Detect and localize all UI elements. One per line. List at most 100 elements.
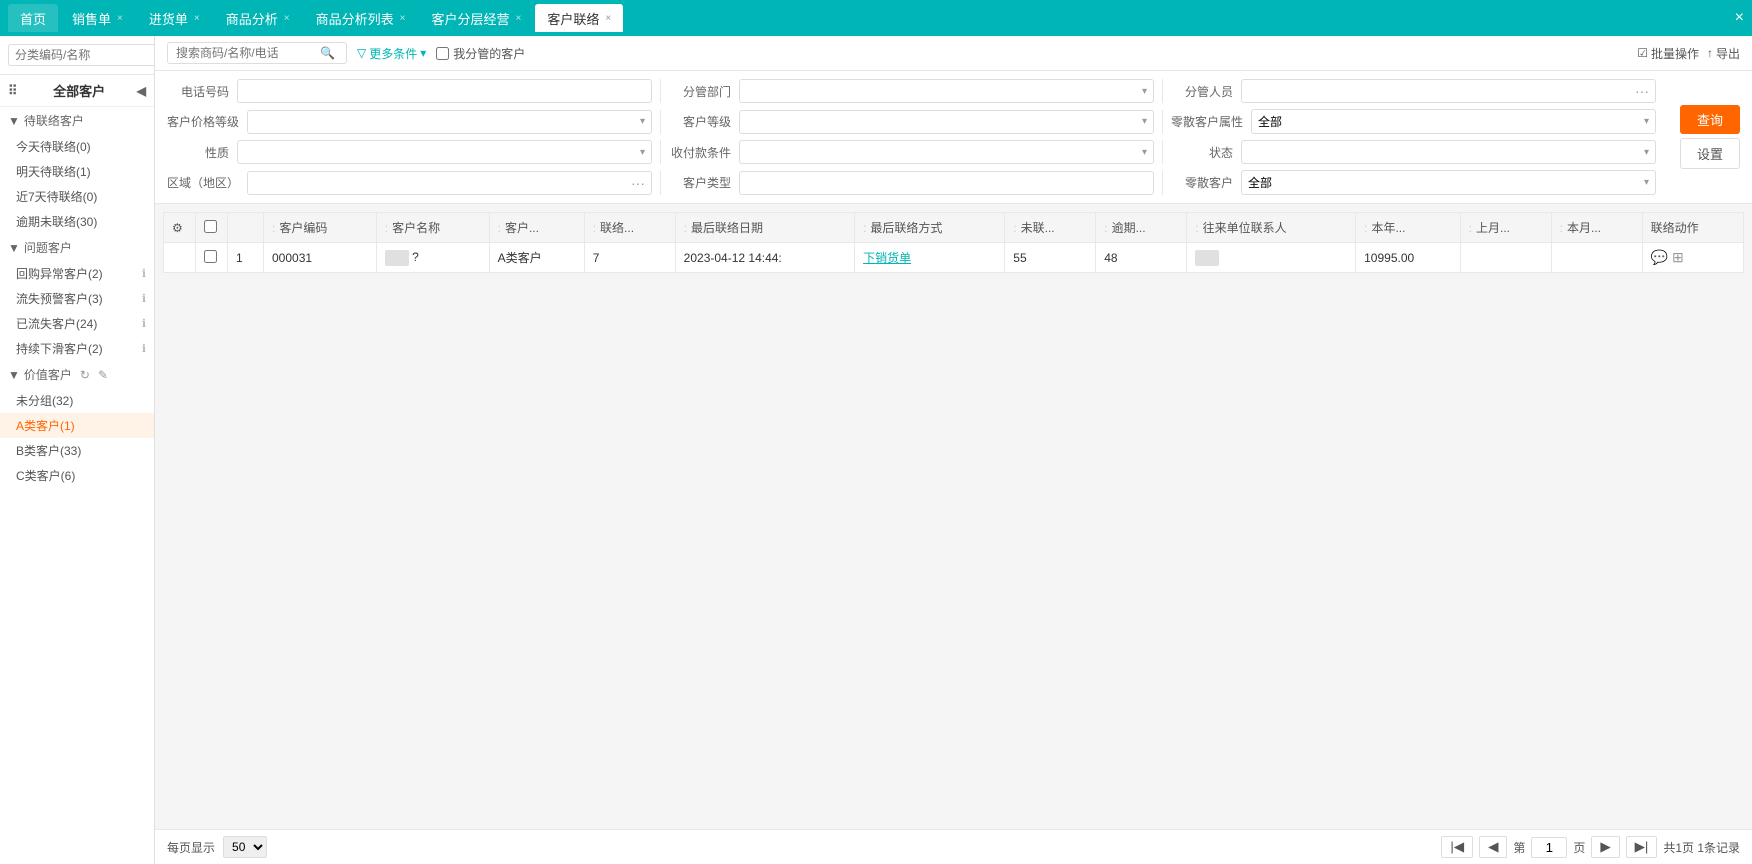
col-last-method[interactable]: :最后联络方式 <box>855 213 1005 243</box>
sidebar-item-declining[interactable]: 持续下滑客户(2) ℹ <box>0 336 154 361</box>
nature-caret: ▾ <box>640 147 645 158</box>
retail-customer-select[interactable]: 全部▾ <box>1241 170 1656 195</box>
abnormal-label: 回购异常客户(2) <box>16 265 142 282</box>
retail-caret: ▾ <box>1644 177 1649 188</box>
prev-page-button[interactable]: ◀ <box>1479 836 1507 858</box>
page-number-input[interactable] <box>1531 837 1567 858</box>
row-check-cell[interactable] <box>196 243 228 273</box>
row-last-method-cell[interactable]: 下销货单 <box>855 243 1005 273</box>
manager-input[interactable]: ··· <box>1241 79 1656 103</box>
header-row: ⚙ :客户编码 :客户名称 :客户... :联络... :最后联络日期 :最后联… <box>164 213 1744 243</box>
col-contact[interactable]: :联络... <box>584 213 675 243</box>
row-name-cell: ? <box>376 243 489 273</box>
query-button[interactable]: 查询 <box>1680 105 1740 134</box>
payment-select[interactable]: ▾ <box>739 140 1154 164</box>
group-value-customers[interactable]: ▼ 价值客户 ↻ ✎ <box>0 361 154 388</box>
col-overdue[interactable]: :逾期... <box>1096 213 1187 243</box>
tab-analysis-list[interactable]: 商品分析列表 × <box>304 4 418 32</box>
my-customers-filter[interactable]: 我分管的客户 <box>436 45 525 62</box>
tab-analysis[interactable]: 商品分析 × <box>214 4 302 32</box>
tab-purchase-close[interactable]: × <box>194 13 200 24</box>
col-this-year[interactable]: :本年... <box>1356 213 1461 243</box>
group-pending-contact[interactable]: ▼ 待联络客户 <box>0 107 154 134</box>
sidebar-collapse-icon[interactable]: ◀ <box>137 84 146 98</box>
batch-op-button[interactable]: ☑ 批量操作 <box>1637 45 1699 62</box>
filter-search-icon[interactable]: 🔍 <box>320 46 335 60</box>
select-all-checkbox[interactable] <box>204 220 217 233</box>
sidebar-item-lost[interactable]: 已流失客户(24) ℹ <box>0 311 154 336</box>
sidebar-item-class-b[interactable]: B类客户(33) <box>0 438 154 463</box>
my-customers-checkbox[interactable] <box>436 47 449 60</box>
nature-select[interactable]: ▾ <box>237 140 652 164</box>
per-page-select[interactable]: 50 <box>223 836 267 858</box>
col-check[interactable] <box>196 213 228 243</box>
col-last-date[interactable]: :最后联络日期 <box>675 213 854 243</box>
all-customers-header[interactable]: ⠿ 全部客户 ◀ <box>0 75 154 107</box>
col-name[interactable]: :客户名称 <box>376 213 489 243</box>
close-all-button[interactable]: × <box>1735 9 1744 27</box>
status-select[interactable]: ▾ <box>1241 140 1656 164</box>
tab-customer-contact-close[interactable]: × <box>605 13 611 24</box>
col-this-month[interactable]: :本月... <box>1551 213 1642 243</box>
sidebar-item-abnormal[interactable]: 回购异常客户(2) ℹ <box>0 261 154 286</box>
region-input[interactable]: ··· <box>247 171 652 195</box>
group-problem-label: 问题客户 <box>24 239 72 256</box>
tab-sales-close[interactable]: × <box>117 13 123 24</box>
sidebar-item-unclassified[interactable]: 未分组(32) <box>0 388 154 413</box>
dept-select[interactable]: ▾ <box>739 79 1154 103</box>
last-page-button[interactable]: ▶| <box>1626 836 1658 858</box>
sidebar-item-overdue[interactable]: 逾期未联络(30) <box>0 209 154 234</box>
filter-phone: 电话号码 <box>167 79 661 103</box>
tab-sales[interactable]: 销售单 × <box>60 4 135 32</box>
overdue-label: 逾期未联络(30) <box>16 213 146 230</box>
tab-home[interactable]: 首页 <box>8 4 58 32</box>
qr-icon[interactable]: ⊞ <box>1672 249 1684 266</box>
filter-icon: ▽ <box>357 46 366 60</box>
tab-analysis-list-label: 商品分析列表 <box>316 9 394 28</box>
first-page-button[interactable]: |◀ <box>1441 836 1473 858</box>
sidebar-item-tomorrow[interactable]: 明天待联络(1) <box>0 159 154 184</box>
price-level-select[interactable]: ▾ <box>247 110 652 134</box>
next-page-button[interactable]: ▶ <box>1591 836 1619 858</box>
group-problem-customers[interactable]: ▼ 问题客户 <box>0 234 154 261</box>
col-last-month[interactable]: :上月... <box>1460 213 1551 243</box>
tab-analysis-close[interactable]: × <box>284 13 290 24</box>
col-code[interactable]: :客户编码 <box>264 213 377 243</box>
phone-input[interactable] <box>237 79 652 103</box>
col-no-contact[interactable]: :未联... <box>1005 213 1096 243</box>
sidebar-item-class-a[interactable]: A类客户(1) <box>0 413 154 438</box>
tab-sales-label: 销售单 <box>72 9 111 28</box>
sidebar-item-7days[interactable]: 近7天待联络(0) <box>0 184 154 209</box>
row-this-month-cell <box>1551 243 1642 273</box>
filter-search-input[interactable] <box>176 46 316 60</box>
col-gear[interactable]: ⚙ <box>164 213 196 243</box>
filter-search-box[interactable]: 🔍 <box>167 42 347 64</box>
tab-customer-tier-close[interactable]: × <box>515 13 521 24</box>
sidebar-item-warning[interactable]: 流失预警客户(3) ℹ <box>0 286 154 311</box>
col-unit-contact[interactable]: :往来单位联系人 <box>1187 213 1356 243</box>
filter-more-button[interactable]: ▽ 更多条件 ▾ <box>357 45 426 62</box>
tab-customer-contact[interactable]: 客户联络 × <box>535 4 623 32</box>
customer-type-input[interactable] <box>739 171 1154 195</box>
tab-customer-tier[interactable]: 客户分层经营 × <box>419 4 533 32</box>
settings-button[interactable]: 设置 <box>1680 138 1740 169</box>
tab-analysis-list-close[interactable]: × <box>400 13 406 24</box>
retail-attr-select[interactable]: 全部▾ <box>1251 109 1656 134</box>
chat-icon[interactable]: 💬 <box>1651 249 1668 266</box>
tab-purchase[interactable]: 进货单 × <box>137 4 212 32</box>
sidebar-search-input[interactable] <box>8 44 155 66</box>
group-value-refresh-icon[interactable]: ↻ <box>80 368 90 382</box>
sidebar-item-class-c[interactable]: C类客户(6) <box>0 463 154 488</box>
group-pending-arrow: ▼ <box>8 114 20 128</box>
last-method-link[interactable]: 下销货单 <box>863 251 911 265</box>
customer-level-select[interactable]: ▾ <box>739 110 1154 134</box>
row-actions-cell: 💬 ⊞ <box>1642 243 1743 273</box>
advanced-filters: 电话号码 分管部门 ▾ 分管人员 ··· <box>155 71 1752 204</box>
row-checkbox[interactable] <box>204 250 217 263</box>
group-value-edit-icon[interactable]: ✎ <box>98 368 108 382</box>
sidebar-search-area: 🔍 <box>0 36 154 75</box>
export-button[interactable]: ↑ 导出 <box>1707 45 1740 62</box>
sidebar-item-today[interactable]: 今天待联络(0) <box>0 134 154 159</box>
row-contact-cell: 7 <box>584 243 675 273</box>
col-type[interactable]: :客户... <box>489 213 584 243</box>
